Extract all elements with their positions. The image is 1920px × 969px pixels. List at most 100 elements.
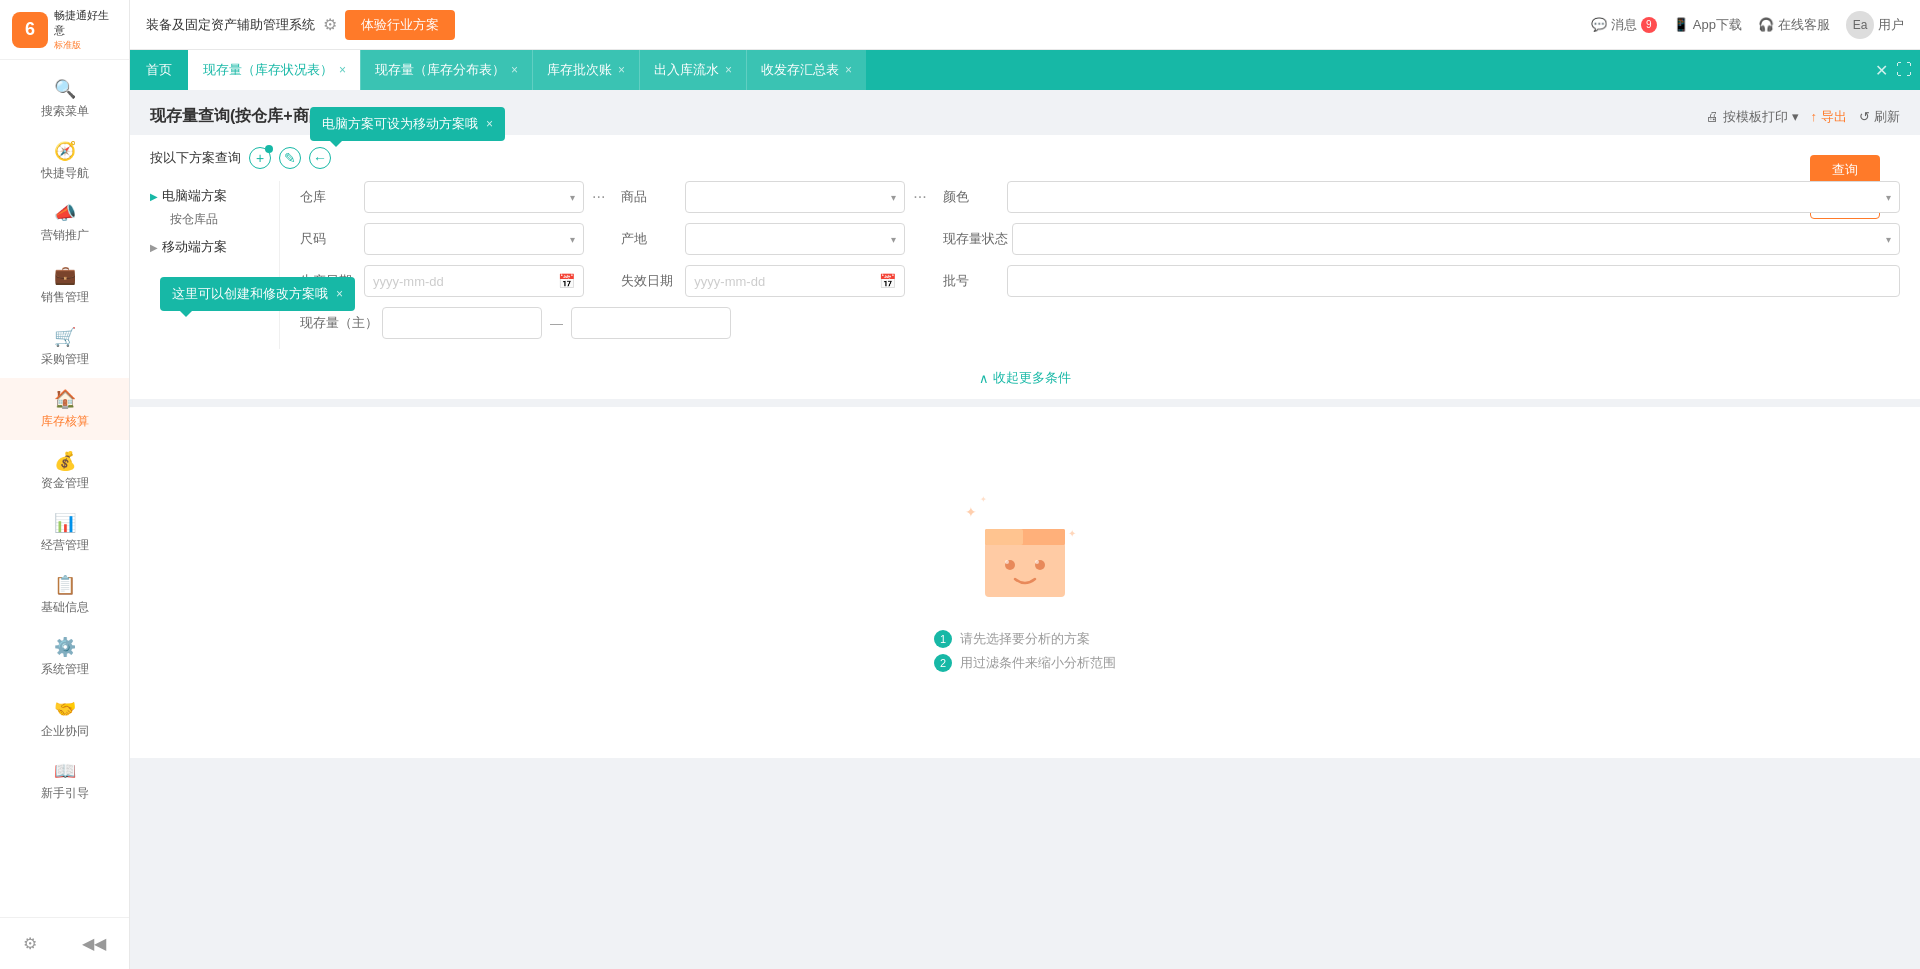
logo-icon: 6: [12, 12, 48, 48]
product-dots[interactable]: ···: [913, 188, 926, 206]
origin-select[interactable]: ▾: [685, 223, 905, 255]
system-settings-icon[interactable]: ⚙: [323, 15, 337, 34]
template-print-btn[interactable]: 🖨 按模板打印 ▾: [1706, 108, 1799, 126]
collapse-icon: ∧: [979, 371, 989, 386]
app-download-btn[interactable]: 📱 App下载: [1673, 16, 1742, 34]
tab-receive-summary[interactable]: 收发存汇总表 ×: [746, 50, 866, 90]
expire-date-input[interactable]: yyyy-mm-dd 📅: [685, 265, 905, 297]
sidebar-item-quick-nav[interactable]: 🧭 快捷导航: [0, 130, 129, 192]
megaphone-icon: 📣: [54, 202, 76, 224]
close-tab-inventory-dist[interactable]: ×: [511, 63, 518, 77]
plan-list: ▶ 电脑端方案 按仓库品 ▶ 移动端方案: [150, 181, 280, 349]
close-tab-inventory-status[interactable]: ×: [339, 63, 346, 77]
system-name: 装备及固定资产辅助管理系统: [146, 16, 315, 34]
search-icon: 🔍: [54, 78, 76, 100]
close-tooltip2-btn[interactable]: ×: [336, 287, 343, 301]
svg-text:✦: ✦: [1068, 528, 1076, 539]
chevron-down-icon: ▾: [1886, 192, 1891, 203]
print-icon: 🖨: [1706, 109, 1719, 124]
chevron-down-icon: ▾: [891, 192, 896, 203]
stock-status-select[interactable]: ▾: [1012, 223, 1900, 255]
stock-to-input[interactable]: [571, 307, 731, 339]
basic-icon: 📋: [54, 574, 76, 596]
empty-tip-1: 1 请先选择要分析的方案: [934, 630, 1116, 648]
tooltip-pc-plan: 电脑方案可设为移动方案哦 ×: [310, 107, 505, 141]
edit-plan-btn[interactable]: ✎: [279, 147, 301, 169]
svg-text:✦: ✦: [980, 495, 987, 504]
collapse-bar[interactable]: ∧ 收起更多条件: [130, 361, 1920, 395]
sidebar-item-inventory[interactable]: 🏠 库存核算: [0, 378, 129, 440]
sidebar-item-finance[interactable]: 💰 资金管理: [0, 440, 129, 502]
refresh-icon: ↺: [1859, 109, 1870, 124]
close-tab-receive-summary[interactable]: ×: [845, 63, 852, 77]
sidebar-item-enterprise[interactable]: 🤝 企业协同: [0, 688, 129, 750]
tab-inventory-dist[interactable]: 现存量（库存分布表） ×: [360, 50, 532, 90]
filter-row-3: 生产日期 yyyy-mm-dd 📅 ··· 失效日期 yyyy-mm-dd 📅 …: [300, 265, 1900, 297]
warehouse-select[interactable]: ▾: [364, 181, 584, 213]
sidebar-item-search[interactable]: 🔍 搜索菜单: [0, 68, 129, 130]
purchase-icon: 🛒: [54, 326, 76, 348]
filter-area: 按以下方案查询 + ✎ ← 电脑方案可设为移动方案哦 ×: [130, 135, 1920, 349]
stock-from-input[interactable]: [382, 307, 542, 339]
filter-header: 按以下方案查询 + ✎ ← 电脑方案可设为移动方案哦 ×: [150, 147, 1900, 169]
filter-fields: 仓库 ▾ ··· 商品 ▾ ··· 颜色: [280, 181, 1900, 349]
filter-label: 按以下方案查询: [150, 149, 241, 167]
sidebar-item-guide[interactable]: 📖 新手引导: [0, 750, 129, 812]
close-tab-batch-account[interactable]: ×: [618, 63, 625, 77]
svg-point-6: [1005, 560, 1009, 564]
online-service-btn[interactable]: 🎧 在线客服: [1758, 16, 1830, 34]
collapse-sidebar-btn[interactable]: ◀◀: [74, 930, 114, 957]
back-btn[interactable]: ←: [309, 147, 331, 169]
range-separator: —: [550, 316, 563, 331]
export-btn[interactable]: ↑ 导出: [1811, 108, 1848, 126]
topbar-right: 💬 消息 9 📱 App下载 🎧 在线客服 Ea 用户: [1591, 11, 1904, 39]
compass-icon: 🧭: [54, 140, 76, 162]
close-tooltip1-btn[interactable]: ×: [486, 117, 493, 131]
settings-footer-btn[interactable]: ⚙: [15, 930, 45, 957]
svg-rect-2: [985, 529, 1023, 545]
user-btn[interactable]: Ea 用户: [1846, 11, 1904, 39]
expand-arrow-icon: ▶: [150, 191, 158, 202]
headset-icon: 🎧: [1758, 17, 1774, 32]
collapse-arrow-icon: ▶: [150, 242, 158, 253]
sidebar-item-sales[interactable]: 💼 销售管理: [0, 254, 129, 316]
dot-indicator: [265, 145, 273, 153]
tab-inventory-status[interactable]: 现存量（库存状况表） ×: [188, 50, 360, 90]
page-actions: 🖨 按模板打印 ▾ ↑ 导出 ↺ 刷新: [1706, 108, 1901, 126]
tab-inout-flow[interactable]: 出入库流水 ×: [639, 50, 746, 90]
refresh-btn[interactable]: ↺ 刷新: [1859, 108, 1900, 126]
close-tab-inout-flow[interactable]: ×: [725, 63, 732, 77]
batch-number-input[interactable]: [1007, 265, 1900, 297]
logo-text: 畅捷通好生意 标准版: [54, 8, 117, 51]
tab-home[interactable]: 首页: [130, 50, 188, 90]
svg-point-7: [1035, 560, 1039, 564]
sidebar-item-basic-info[interactable]: 📋 基础信息: [0, 564, 129, 626]
sidebar-item-system[interactable]: ⚙️ 系统管理: [0, 626, 129, 688]
sidebar-item-purchase[interactable]: 🛒 采购管理: [0, 316, 129, 378]
page-title: 现存量查询(按仓库+商品): [150, 106, 330, 127]
filter-row-2: 尺码 ▾ ··· 产地 ▾ ··· 现存量状态: [300, 223, 1900, 255]
sidebar-item-marketing[interactable]: 📣 营销推广: [0, 192, 129, 254]
message-icon: 💬: [1591, 17, 1607, 32]
expand-tabs-btn[interactable]: ⛶: [1896, 61, 1912, 79]
color-select[interactable]: ▾: [1007, 181, 1900, 213]
desktop-plan-sub-item[interactable]: 按仓库品: [150, 211, 279, 232]
size-select[interactable]: ▾: [364, 223, 584, 255]
warehouse-dots[interactable]: ···: [592, 188, 605, 206]
message-btn[interactable]: 💬 消息 9: [1591, 16, 1657, 34]
warehouse-icon: 🏠: [54, 388, 76, 410]
close-all-tabs-btn[interactable]: ✕: [1875, 61, 1888, 80]
mobile-plan-item[interactable]: ▶ 移动端方案: [150, 232, 279, 262]
empty-tip-2: 2 用过滤条件来缩小分析范围: [934, 654, 1116, 672]
production-date-input[interactable]: yyyy-mm-dd 📅: [364, 265, 584, 297]
tab-batch-account[interactable]: 库存批次账 ×: [532, 50, 639, 90]
chevron-down-icon: ▾: [570, 234, 575, 245]
product-select[interactable]: ▾: [685, 181, 905, 213]
calendar-icon: 📅: [558, 273, 575, 289]
industry-plan-button[interactable]: 体验行业方案: [345, 10, 455, 40]
svg-rect-3: [1027, 529, 1065, 545]
sidebar-item-operations[interactable]: 📊 经营管理: [0, 502, 129, 564]
chevron-down-icon: ▾: [891, 234, 896, 245]
desktop-plan-item[interactable]: ▶ 电脑端方案: [150, 181, 279, 211]
add-plan-btn[interactable]: +: [249, 147, 271, 169]
